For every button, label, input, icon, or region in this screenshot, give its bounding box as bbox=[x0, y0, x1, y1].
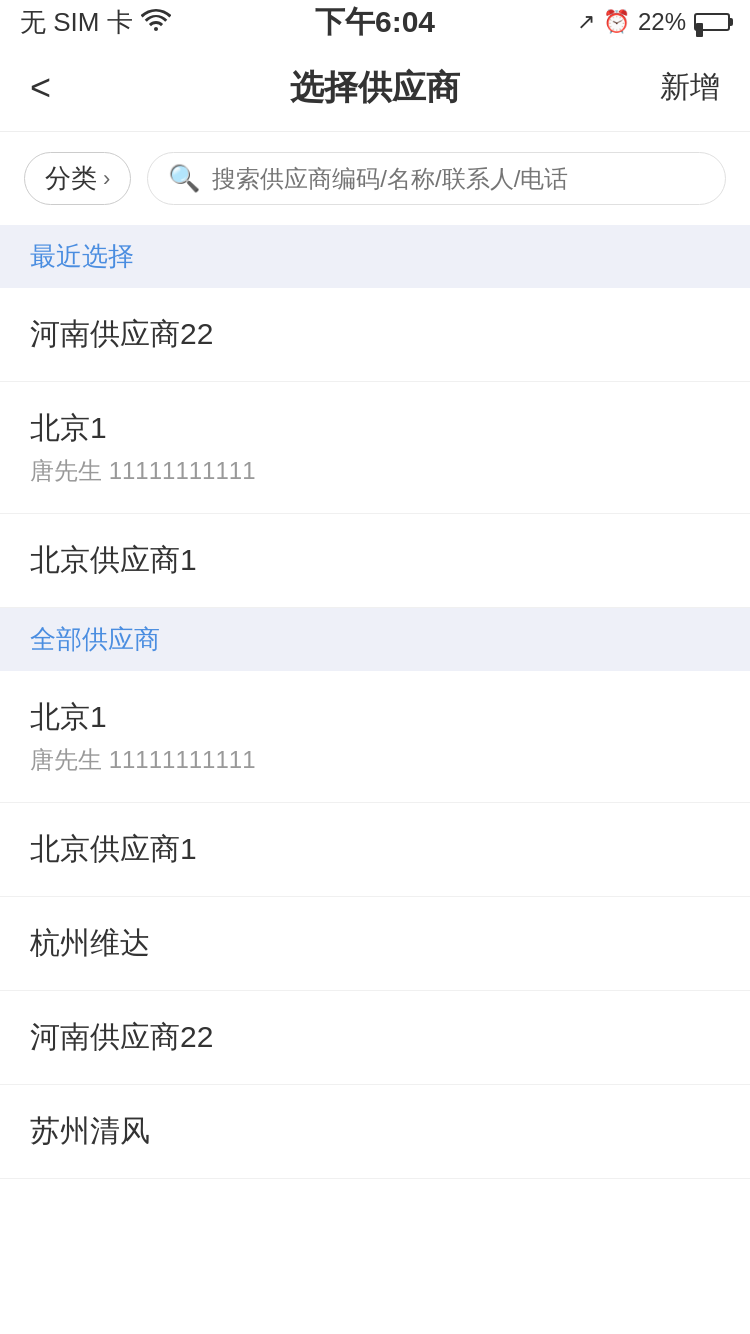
supplier-sub: 唐先生 11111111111 bbox=[30, 744, 720, 776]
recent-section-label: 最近选择 bbox=[30, 241, 134, 271]
search-box: 🔍 bbox=[147, 152, 726, 205]
all-section-label: 全部供应商 bbox=[30, 624, 160, 654]
battery-text: 22% bbox=[638, 8, 686, 36]
back-button[interactable]: < bbox=[30, 67, 90, 109]
wifi-icon bbox=[141, 7, 171, 38]
list-item[interactable]: 河南供应商22 bbox=[0, 288, 750, 382]
add-button[interactable]: 新增 bbox=[660, 67, 720, 108]
supplier-name: 苏州清风 bbox=[30, 1111, 720, 1152]
location-icon: ↗ bbox=[577, 9, 595, 35]
status-time: 下午6:04 bbox=[315, 2, 435, 43]
list-item[interactable]: 北京供应商1 bbox=[0, 803, 750, 897]
category-button[interactable]: 分类 › bbox=[24, 152, 131, 205]
list-item[interactable]: 北京1 唐先生 11111111111 bbox=[0, 382, 750, 514]
supplier-name: 河南供应商22 bbox=[30, 1017, 720, 1058]
status-right: ↗ ⏰ 22% bbox=[577, 8, 730, 36]
supplier-name: 北京1 bbox=[30, 408, 720, 449]
supplier-name: 北京1 bbox=[30, 697, 720, 738]
list-item[interactable]: 北京供应商1 bbox=[0, 514, 750, 608]
category-label: 分类 bbox=[45, 161, 97, 196]
supplier-name: 杭州维达 bbox=[30, 923, 720, 964]
supplier-name: 河南供应商22 bbox=[30, 314, 720, 355]
recent-list: 河南供应商22 北京1 唐先生 11111111111 北京供应商1 bbox=[0, 288, 750, 608]
page-title: 选择供应商 bbox=[290, 65, 460, 111]
list-item[interactable]: 苏州清风 bbox=[0, 1085, 750, 1179]
all-list: 北京1 唐先生 11111111111 北京供应商1 杭州维达河南供应商22 苏州清风 bbox=[0, 671, 750, 1179]
all-section-header: 全部供应商 bbox=[0, 608, 750, 671]
list-item[interactable]: 杭州维达 bbox=[0, 897, 750, 991]
recent-section-header: 最近选择 bbox=[0, 225, 750, 288]
list-item[interactable]: 河南供应商22 bbox=[0, 991, 750, 1085]
alarm-icon: ⏰ bbox=[603, 9, 630, 35]
chevron-right-icon: › bbox=[103, 166, 110, 192]
sim-status: 无 SIM 卡 bbox=[20, 5, 133, 40]
battery-icon bbox=[694, 13, 730, 31]
search-input[interactable] bbox=[212, 165, 705, 193]
supplier-name: 北京供应商1 bbox=[30, 829, 720, 870]
nav-bar: < 选择供应商 新增 bbox=[0, 44, 750, 132]
status-bar: 无 SIM 卡 下午6:04 ↗ ⏰ 22% bbox=[0, 0, 750, 44]
search-icon: 🔍 bbox=[168, 163, 200, 194]
supplier-sub: 唐先生 11111111111 bbox=[30, 455, 720, 487]
supplier-name: 北京供应商1 bbox=[30, 540, 720, 581]
status-left: 无 SIM 卡 bbox=[20, 5, 171, 40]
filter-bar: 分类 › 🔍 bbox=[0, 132, 750, 225]
list-item[interactable]: 北京1 唐先生 11111111111 bbox=[0, 671, 750, 803]
